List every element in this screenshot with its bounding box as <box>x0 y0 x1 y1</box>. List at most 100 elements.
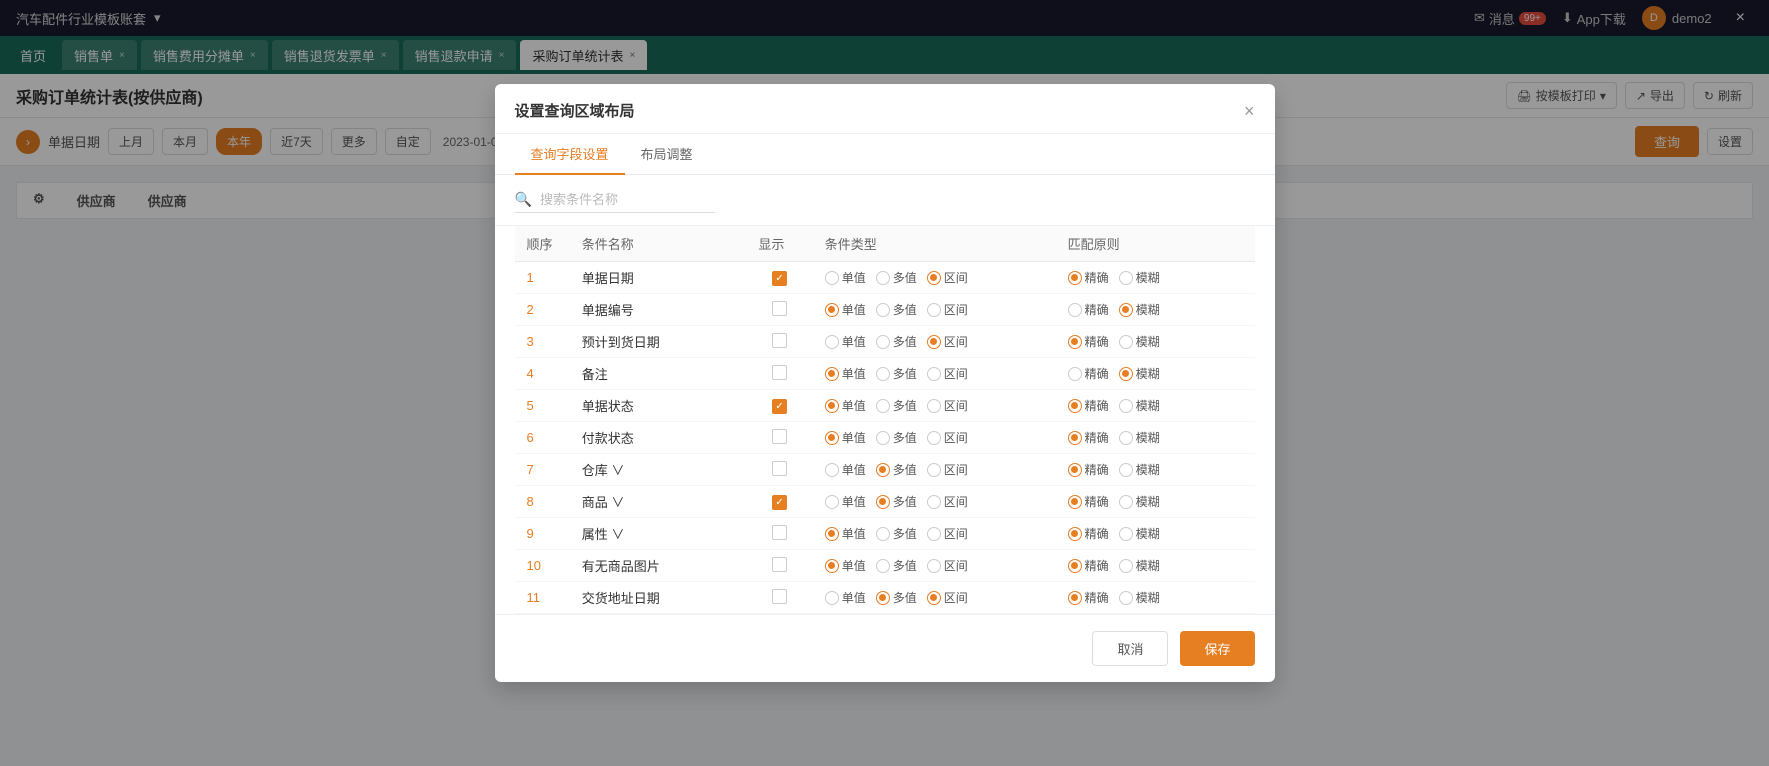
row-10-match-fuzzy[interactable]: 模糊 <box>1119 589 1160 606</box>
tab-query-fields[interactable]: 查询字段设置 <box>515 134 625 175</box>
row-5-match-fuzzy[interactable]: 模糊 <box>1119 429 1160 446</box>
row-7-display[interactable] <box>746 486 812 518</box>
row-2-type-multi[interactable]: 多值 <box>876 333 917 350</box>
row-10-type-range[interactable]: 区间 <box>927 589 968 606</box>
row-3-match-fuzzy[interactable]: 模糊 <box>1119 365 1160 382</box>
row-9-match: 精确模糊 <box>1056 550 1255 582</box>
row-2-checkbox[interactable] <box>772 333 787 348</box>
row-1-type-multi[interactable]: 多值 <box>876 301 917 318</box>
row-8-display[interactable] <box>746 518 812 550</box>
table-row: 2单据编号单值多值区间精确模糊 <box>515 294 1255 326</box>
row-6-name: 仓库 ∨ <box>570 454 747 486</box>
row-6-type-range[interactable]: 区间 <box>927 461 968 478</box>
row-3-type-multi[interactable]: 多值 <box>876 365 917 382</box>
row-8-type-multi[interactable]: 多值 <box>876 525 917 542</box>
row-7-match-exact[interactable]: 精确 <box>1068 493 1109 510</box>
row-4-match-exact[interactable]: 精确 <box>1068 397 1109 414</box>
row-10-match-exact[interactable]: 精确 <box>1068 589 1109 606</box>
row-4-display[interactable] <box>746 390 812 422</box>
row-10-type-single[interactable]: 单值 <box>825 589 866 606</box>
row-9-type-range[interactable]: 区间 <box>927 557 968 574</box>
row-6-match-exact[interactable]: 精确 <box>1068 461 1109 478</box>
row-2-display[interactable] <box>746 326 812 358</box>
row-4-checkbox[interactable] <box>772 399 787 414</box>
row-6-match-fuzzy[interactable]: 模糊 <box>1119 461 1160 478</box>
row-8-match-exact[interactable]: 精确 <box>1068 525 1109 542</box>
row-8-match-fuzzy[interactable]: 模糊 <box>1119 525 1160 542</box>
row-0-checkbox[interactable] <box>772 271 787 286</box>
modal-close-button[interactable]: × <box>1244 102 1255 120</box>
row-9-type-single[interactable]: 单值 <box>825 557 866 574</box>
row-8-type: 单值多值区间 <box>813 518 1056 550</box>
row-0-type-multi[interactable]: 多值 <box>876 269 917 286</box>
row-4-name: 单据状态 <box>570 390 747 422</box>
row-9-match-exact[interactable]: 精确 <box>1068 557 1109 574</box>
row-3-match-exact[interactable]: 精确 <box>1068 365 1109 382</box>
row-4-type-range[interactable]: 区间 <box>927 397 968 414</box>
row-3-type-range[interactable]: 区间 <box>927 365 968 382</box>
row-0-type-single[interactable]: 单值 <box>825 269 866 286</box>
row-9-display[interactable] <box>746 550 812 582</box>
row-7-type: 单值多值区间 <box>813 486 1056 518</box>
modal-search-area: 🔍 <box>495 175 1275 226</box>
row-10-order: 11 <box>515 582 570 614</box>
row-1-type-range[interactable]: 区间 <box>927 301 968 318</box>
row-8-match: 精确模糊 <box>1056 518 1255 550</box>
row-7-type-multi[interactable]: 多值 <box>876 493 917 510</box>
row-4-match-fuzzy[interactable]: 模糊 <box>1119 397 1160 414</box>
row-9-checkbox[interactable] <box>772 557 787 572</box>
row-6-type-single[interactable]: 单值 <box>825 461 866 478</box>
row-10-type-multi[interactable]: 多值 <box>876 589 917 606</box>
search-input[interactable] <box>540 192 700 207</box>
row-3-type-single[interactable]: 单值 <box>825 365 866 382</box>
row-5-type-range[interactable]: 区间 <box>927 429 968 446</box>
row-5-type-single[interactable]: 单值 <box>825 429 866 446</box>
row-4-type-single[interactable]: 单值 <box>825 397 866 414</box>
row-2-match-fuzzy[interactable]: 模糊 <box>1119 333 1160 350</box>
row-8-checkbox[interactable] <box>772 525 787 540</box>
row-6-display[interactable] <box>746 454 812 486</box>
row-5-display[interactable] <box>746 422 812 454</box>
modal-header: 设置查询区域布局 × <box>495 84 1275 134</box>
row-4-type: 单值多值区间 <box>813 390 1056 422</box>
row-8-type-range[interactable]: 区间 <box>927 525 968 542</box>
row-6-checkbox[interactable] <box>772 461 787 476</box>
row-0-display[interactable] <box>746 262 812 294</box>
row-9-type-multi[interactable]: 多值 <box>876 557 917 574</box>
row-1-display[interactable] <box>746 294 812 326</box>
cancel-button[interactable]: 取消 <box>1092 631 1168 666</box>
row-0-type-range[interactable]: 区间 <box>927 269 968 286</box>
modal-overlay: 设置查询区域布局 × 查询字段设置 布局调整 🔍 <box>0 0 1769 766</box>
row-7-order: 8 <box>515 486 570 518</box>
row-1-checkbox[interactable] <box>772 301 787 316</box>
row-9-match-fuzzy[interactable]: 模糊 <box>1119 557 1160 574</box>
row-3-checkbox[interactable] <box>772 365 787 380</box>
row-1-type-single[interactable]: 单值 <box>825 301 866 318</box>
row-7-match-fuzzy[interactable]: 模糊 <box>1119 493 1160 510</box>
save-button[interactable]: 保存 <box>1180 631 1254 666</box>
row-5-match-exact[interactable]: 精确 <box>1068 429 1109 446</box>
row-2-match: 精确模糊 <box>1056 326 1255 358</box>
row-2-type-range[interactable]: 区间 <box>927 333 968 350</box>
row-7-checkbox[interactable] <box>772 495 787 510</box>
row-8-type-single[interactable]: 单值 <box>825 525 866 542</box>
row-5-checkbox[interactable] <box>772 429 787 444</box>
row-4-type-multi[interactable]: 多值 <box>876 397 917 414</box>
modal-title: 设置查询区域布局 <box>515 100 635 121</box>
tab-layout-adjust[interactable]: 布局调整 <box>625 134 709 175</box>
row-0-match-exact[interactable]: 精确 <box>1068 269 1109 286</box>
row-6-type-multi[interactable]: 多值 <box>876 461 917 478</box>
row-1-match-fuzzy[interactable]: 模糊 <box>1119 301 1160 318</box>
row-5-type-multi[interactable]: 多值 <box>876 429 917 446</box>
row-1-type: 单值多值区间 <box>813 294 1056 326</box>
row-0-match-fuzzy[interactable]: 模糊 <box>1119 269 1160 286</box>
row-3-display[interactable] <box>746 358 812 390</box>
row-10-checkbox[interactable] <box>772 589 787 604</box>
row-7-type-single[interactable]: 单值 <box>825 493 866 510</box>
row-7-type-range[interactable]: 区间 <box>927 493 968 510</box>
row-1-match-exact[interactable]: 精确 <box>1068 301 1109 318</box>
row-2-type-single[interactable]: 单值 <box>825 333 866 350</box>
row-10-display[interactable] <box>746 582 812 614</box>
col-header-order: 顺序 <box>515 226 570 262</box>
row-2-match-exact[interactable]: 精确 <box>1068 333 1109 350</box>
